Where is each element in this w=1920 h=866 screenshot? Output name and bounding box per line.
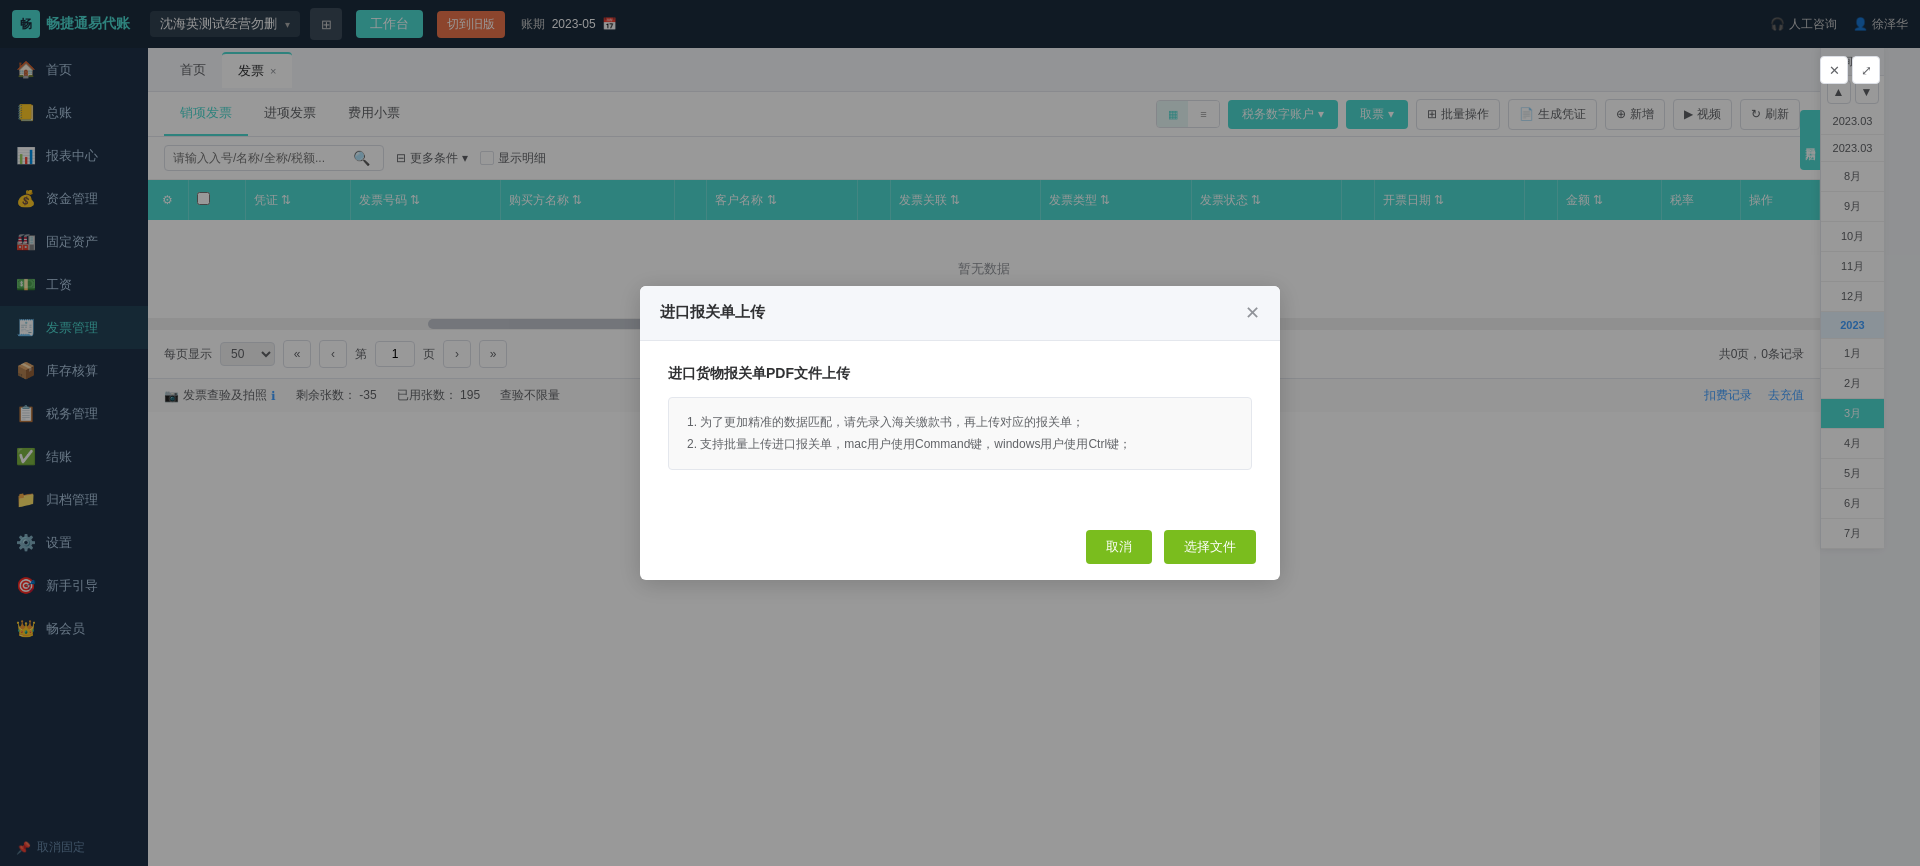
modal-tip1: 1. 为了更加精准的数据匹配，请先录入海关缴款书，再上传对应的报关单； — [687, 412, 1233, 434]
modal-header: 进口报关单上传 ✕ — [640, 286, 1280, 341]
modal-cancel-button[interactable]: 取消 — [1086, 530, 1152, 564]
resize-window-button[interactable]: ⤢ — [1852, 56, 1880, 84]
modal-overlay[interactable]: 进口报关单上传 ✕ 进口货物报关单PDF文件上传 1. 为了更加精准的数据匹配，… — [0, 0, 1920, 866]
select-file-button[interactable]: 选择文件 — [1164, 530, 1256, 564]
modal-tips-box: 1. 为了更加精准的数据匹配，请先录入海关缴款书，再上传对应的报关单； 2. 支… — [668, 397, 1252, 470]
modal-footer: 取消 选择文件 — [640, 514, 1280, 580]
modal-body: 进口货物报关单PDF文件上传 1. 为了更加精准的数据匹配，请先录入海关缴款书，… — [640, 341, 1280, 514]
modal-title: 进口报关单上传 — [660, 303, 765, 322]
modal-dialog: 进口报关单上传 ✕ 进口货物报关单PDF文件上传 1. 为了更加精准的数据匹配，… — [640, 286, 1280, 580]
modal-section-title: 进口货物报关单PDF文件上传 — [668, 365, 1252, 383]
close-window-button[interactable]: ✕ — [1820, 56, 1848, 84]
modal-close-button[interactable]: ✕ — [1245, 302, 1260, 324]
modal-tip2: 2. 支持批量上传进口报关单，mac用户使用Command键，windows用户… — [687, 434, 1233, 456]
window-controls: ✕ ⤢ — [1820, 56, 1880, 84]
